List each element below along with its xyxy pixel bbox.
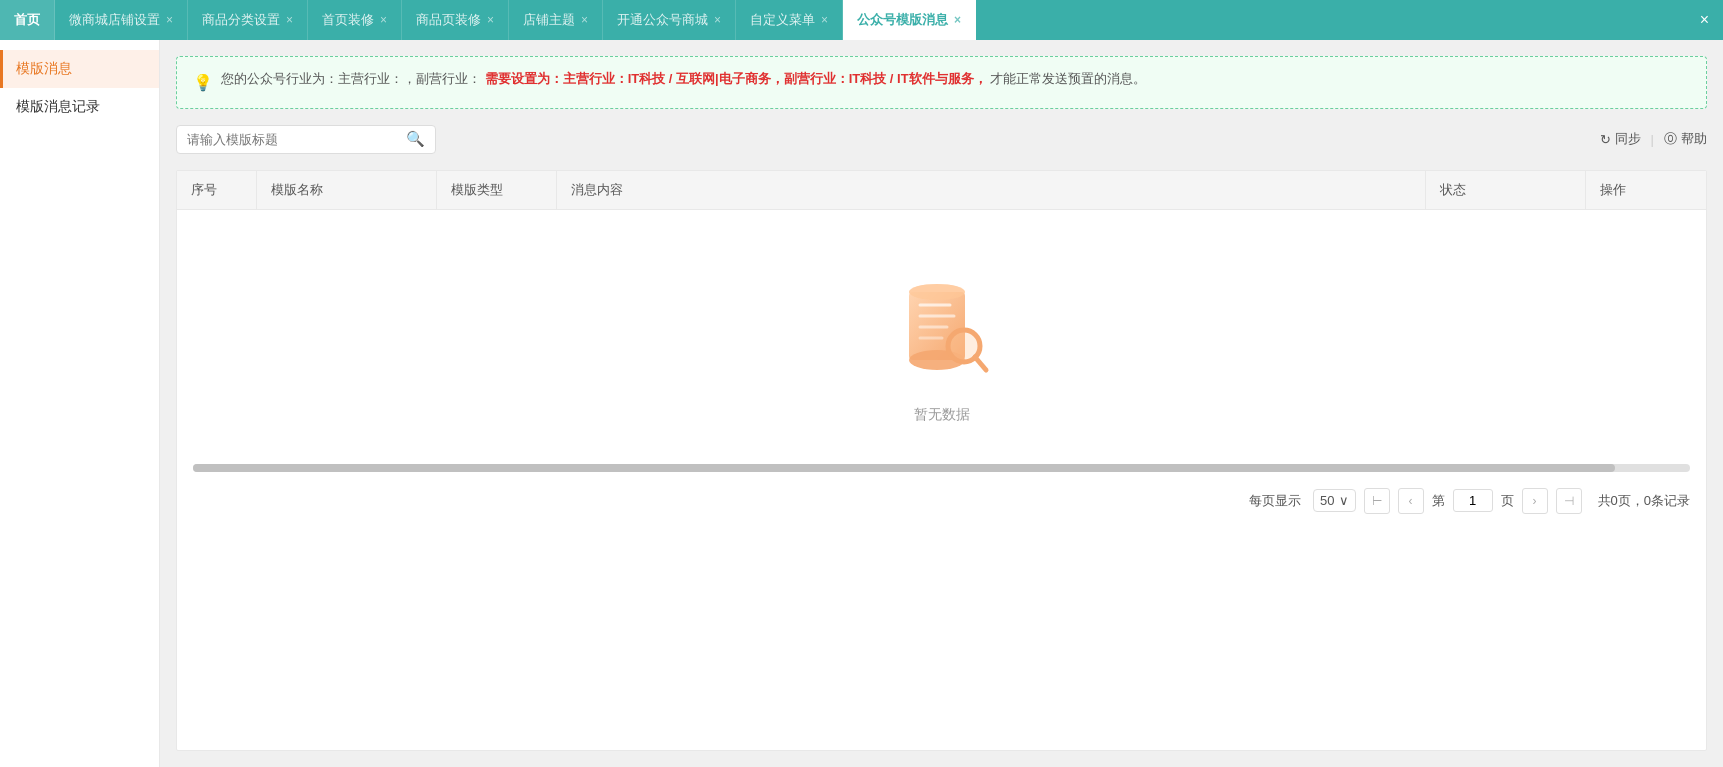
search-icon[interactable]: 🔍 [406,130,425,148]
col-type: 模版类型 [437,171,557,209]
main-layout: 模版消息 模版消息记录 💡 您的公众号行业为：主营行业：，副营行业： 需要设置为… [0,40,1723,767]
tab-store-settings[interactable]: 微商城店铺设置 × [55,0,188,40]
horizontal-scrollbar[interactable] [193,464,1690,472]
notice-highlight: 需要设置为：主营行业：IT科技 / 互联网|电子商务，副营行业：IT科技 / I… [485,71,987,86]
col-action: 操作 [1586,171,1706,209]
sidebar: 模版消息 模版消息记录 [0,40,160,767]
col-seq: 序号 [177,171,257,209]
page-word: 第 [1432,492,1445,510]
help-button[interactable]: ⓪ 帮助 [1664,130,1707,148]
empty-text: 暂无数据 [914,406,970,424]
scroll-thumb[interactable] [193,464,1615,472]
tab-product-decoration[interactable]: 商品页装修 × [402,0,509,40]
prev-page-button[interactable]: ‹ [1398,488,1424,514]
dropdown-icon: ∨ [1339,493,1349,508]
close-all-tabs[interactable]: × [1686,0,1723,40]
search-actions: ↻ 同步 | ⓪ 帮助 [1600,130,1707,148]
close-tab-store-theme[interactable]: × [581,13,588,27]
col-status: 状态 [1426,171,1586,209]
tab-open-mall[interactable]: 开通公众号商城 × [603,0,736,40]
sync-label: 同步 [1615,130,1641,148]
sync-icon: ↻ [1600,132,1611,147]
tab-custom-menu[interactable]: 自定义菜单 × [736,0,843,40]
first-page-button[interactable]: ⊢ [1364,488,1390,514]
page-size-value: 50 [1320,493,1334,508]
tab-store-theme[interactable]: 店铺主题 × [509,0,603,40]
help-icon: ⓪ [1664,130,1677,148]
notice-text-before: 您的公众号行业为：主营行业：，副营行业： [221,71,481,86]
svg-point-9 [909,284,965,300]
search-input[interactable] [187,126,406,153]
top-nav: 首页 微商城店铺设置 × 商品分类设置 × 首页装修 × 商品页装修 × 店铺主… [0,0,1723,40]
close-tab-open-mall[interactable]: × [714,13,721,27]
content-area: 💡 您的公众号行业为：主营行业：，副营行业： 需要设置为：主营行业：IT科技 /… [160,40,1723,767]
page-unit: 页 [1501,492,1514,510]
close-tab-custom-menu[interactable]: × [821,13,828,27]
sidebar-item-template-log[interactable]: 模版消息记录 [0,88,159,126]
close-tab-template-msg[interactable]: × [954,13,961,27]
close-tab-home-decoration[interactable]: × [380,13,387,27]
last-page-button[interactable]: ⊣ [1556,488,1582,514]
divider: | [1651,132,1654,147]
page-input[interactable] [1453,489,1493,512]
sync-button[interactable]: ↻ 同步 [1600,130,1641,148]
notice-banner: 💡 您的公众号行业为：主营行业：，副营行业： 需要设置为：主营行业：IT科技 /… [176,56,1707,109]
tab-home[interactable]: 首页 [0,0,55,40]
table-header: 序号 模版名称 模版类型 消息内容 状态 操作 [177,171,1706,210]
total-info: 共0页，0条记录 [1598,492,1690,510]
tab-home-decoration[interactable]: 首页装修 × [308,0,402,40]
col-name: 模版名称 [257,171,437,209]
empty-illustration [882,270,1002,390]
data-table: 序号 模版名称 模版类型 消息内容 状态 操作 [176,170,1707,751]
close-tab-product-category[interactable]: × [286,13,293,27]
next-page-button[interactable]: › [1522,488,1548,514]
sidebar-item-template-msg[interactable]: 模版消息 [0,50,159,88]
notice-text-after: 才能正常发送预置的消息。 [990,71,1146,86]
empty-icon-svg [882,270,1002,390]
tab-template-msg[interactable]: 公众号模版消息 × [843,0,976,40]
page-size-label: 每页显示 [1249,492,1301,510]
empty-state: 暂无数据 [177,210,1706,464]
pagination: 每页显示 50 ∨ ⊢ ‹ 第 页 › ⊣ 共0页，0条记录 [177,480,1706,526]
col-content: 消息内容 [557,171,1426,209]
help-label: 帮助 [1681,130,1707,148]
search-bar: 🔍 ↻ 同步 | ⓪ 帮助 [176,121,1707,158]
tab-product-category[interactable]: 商品分类设置 × [188,0,308,40]
page-size-select[interactable]: 50 ∨ [1313,489,1355,512]
search-input-wrapper: 🔍 [176,125,436,154]
close-tab-store-settings[interactable]: × [166,13,173,27]
bulb-icon: 💡 [193,70,213,96]
svg-line-8 [975,357,986,370]
close-tab-product-decoration[interactable]: × [487,13,494,27]
